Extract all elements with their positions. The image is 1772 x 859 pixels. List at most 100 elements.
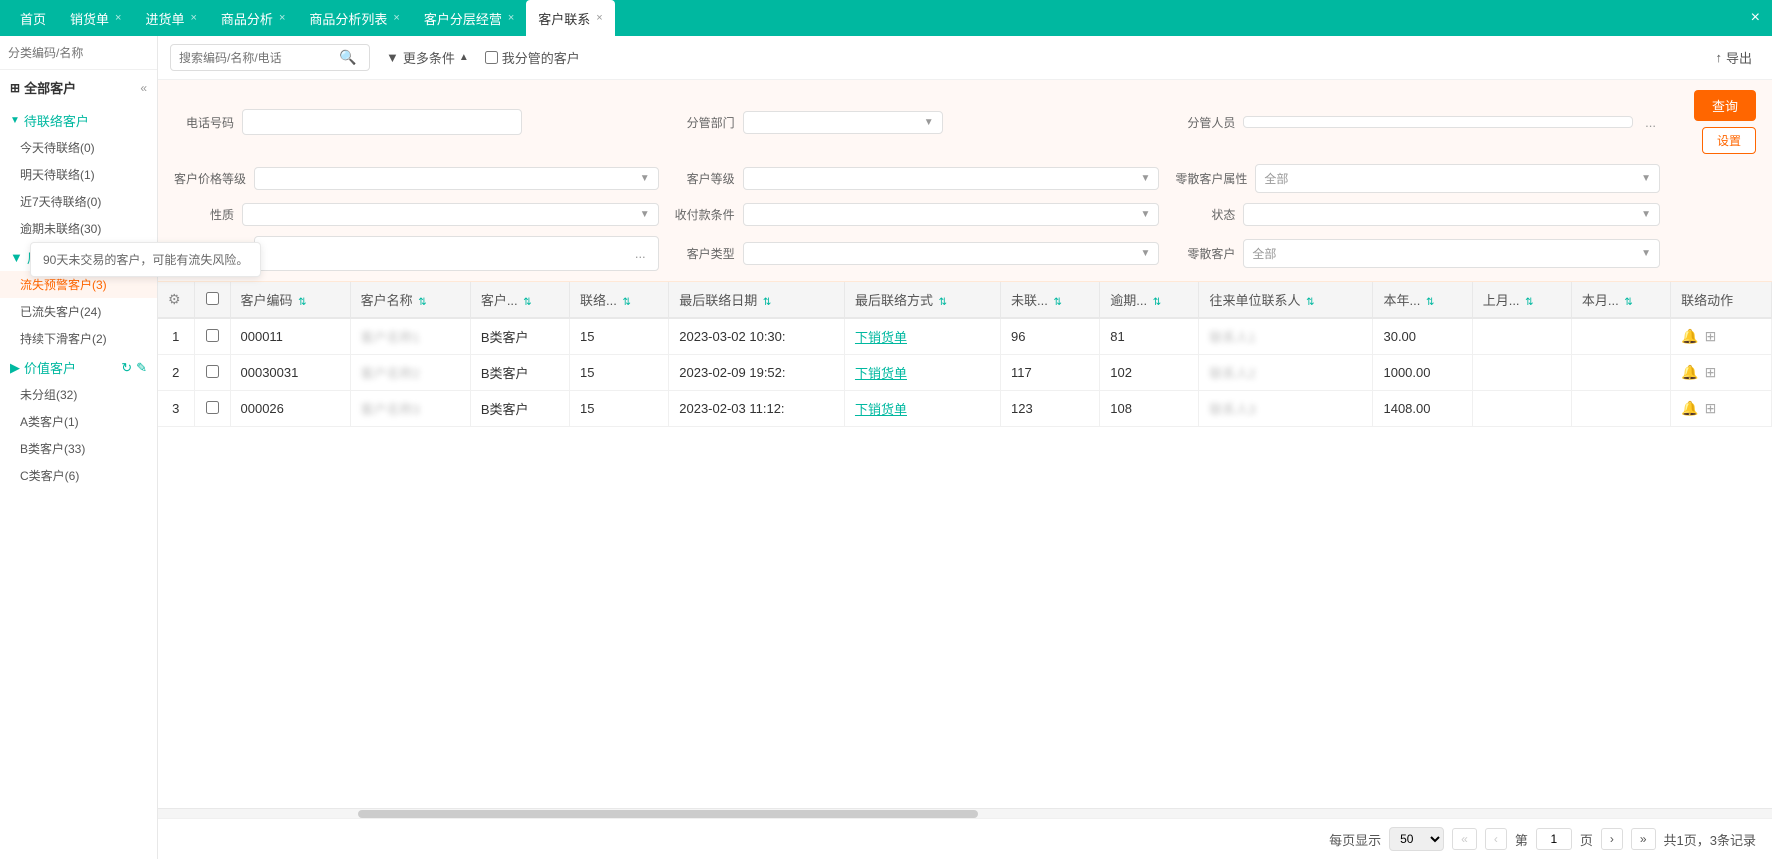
query-btn[interactable]: 查询 (1694, 90, 1756, 121)
th-last-month[interactable]: 上月... ⇅ (1472, 282, 1571, 318)
tab-customer-tier-close[interactable]: × (508, 12, 514, 24)
grid-icon: ⊞ (10, 81, 20, 95)
per-page-select[interactable]: 50 20 100 (1389, 827, 1444, 851)
my-customers-check[interactable]: 我分管的客户 (485, 48, 580, 67)
sidebar-search-input[interactable] (8, 46, 158, 60)
phone-input[interactable] (242, 109, 522, 135)
tab-customer-contact[interactable]: 客户联系 × (526, 0, 614, 36)
scrollbar-thumb[interactable] (358, 810, 978, 818)
action-bell-icon-0[interactable]: 🔔 (1681, 328, 1698, 345)
sort-icon-uncontacted: ⇅ (1054, 297, 1062, 308)
edit-icon[interactable]: ✎ (136, 360, 147, 376)
th-this-year[interactable]: 本年... ⇅ (1373, 282, 1472, 318)
th-this-month[interactable]: 本月... ⇅ (1571, 282, 1670, 318)
region-more-dots[interactable]: ... (631, 242, 650, 265)
sidebar-item-declining[interactable]: 持续下滑客户(2) (0, 325, 157, 352)
tab-purchase[interactable]: 进货单 × (133, 0, 208, 36)
tab-purchase-label: 进货单 (145, 9, 184, 28)
export-btn[interactable]: ↑ 导出 (1707, 44, 1760, 71)
arrow-down-icon-2: ▼ (10, 250, 23, 265)
tab-customer-tier[interactable]: 客户分层经营 × (412, 0, 526, 36)
cell-type-2: B类客户 (470, 391, 569, 427)
row-checkbox-0[interactable] (206, 329, 219, 342)
th-code[interactable]: 客户编码 ⇅ (230, 282, 350, 318)
th-last-type-label: 最后联络方式 (855, 293, 933, 308)
action-grid-icon-1[interactable]: ⊞ (1705, 364, 1717, 381)
person-more-dots[interactable]: ... (1641, 111, 1660, 134)
th-last-date[interactable]: 最后联络日期 ⇅ (669, 282, 845, 318)
last-type-link-1[interactable]: 下销货单 (855, 366, 907, 381)
my-customers-label: 我分管的客户 (502, 48, 580, 67)
price-level-select[interactable]: ▼ (254, 167, 659, 190)
th-overdue[interactable]: 逾期... ⇅ (1100, 282, 1199, 318)
last-page-btn[interactable]: » (1631, 828, 1656, 850)
select-all-checkbox[interactable] (206, 292, 219, 305)
action-grid-icon-0[interactable]: ⊞ (1705, 328, 1717, 345)
tab-purchase-close[interactable]: × (190, 12, 196, 24)
customer-level-select[interactable]: ▼ (743, 167, 1160, 190)
next-page-btn[interactable]: › (1601, 828, 1623, 850)
more-conditions-btn[interactable]: ▼ 更多条件 ▲ (378, 44, 477, 71)
row-checkbox-1[interactable] (206, 365, 219, 378)
th-last-type[interactable]: 最后联络方式 ⇅ (844, 282, 1000, 318)
topbar-close-icon[interactable]: × (1747, 5, 1764, 31)
first-page-btn[interactable]: « (1452, 828, 1477, 850)
customer-type-select[interactable]: ▼ (743, 242, 1160, 265)
last-type-link-0[interactable]: 下销货单 (855, 330, 907, 345)
horizontal-scrollbar[interactable] (158, 808, 1772, 818)
tab-home[interactable]: 首页 (8, 0, 58, 36)
action-bell-icon-2[interactable]: 🔔 (1681, 400, 1698, 417)
tab-product-list-close[interactable]: × (393, 12, 399, 24)
nature-select[interactable]: ▼ (242, 203, 659, 226)
dept-select[interactable]: ▼ (743, 111, 943, 134)
tab-product-analysis-close[interactable]: × (279, 12, 285, 24)
last-type-link-2[interactable]: 下销货单 (855, 402, 907, 417)
retail-attr-select[interactable]: 全部 ▼ (1255, 164, 1660, 193)
retail-select[interactable]: 全部 ▼ (1243, 239, 1660, 268)
page-number-input[interactable] (1536, 828, 1572, 850)
action-grid-icon-2[interactable]: ⊞ (1705, 400, 1717, 417)
sidebar-item-overdue[interactable]: 逾期未联络(30) (0, 215, 157, 242)
action-bell-icon-1[interactable]: 🔔 (1681, 364, 1698, 381)
th-actions: 联络动作 (1671, 282, 1772, 318)
region-select[interactable]: ... (254, 236, 659, 271)
tab-sales[interactable]: 销货单 × (58, 0, 133, 36)
cell-code-1: 00030031 (230, 355, 350, 391)
payment-select[interactable]: ▼ (743, 203, 1160, 226)
sidebar-item-b-class[interactable]: B类客户(33) (0, 435, 157, 462)
th-contact[interactable]: 联络... ⇅ (570, 282, 669, 318)
th-uncontacted[interactable]: 未联... ⇅ (1001, 282, 1100, 318)
tab-customer-contact-close[interactable]: × (596, 12, 602, 24)
retail-value: 全部 (1252, 245, 1276, 262)
tab-sales-close[interactable]: × (115, 12, 121, 24)
sidebar-group-pending[interactable]: ▼ 待联络客户 (0, 105, 157, 134)
sidebar-item-churned[interactable]: 已流失客户(24) (0, 298, 157, 325)
status-select[interactable]: ▼ (1243, 203, 1660, 226)
column-settings-icon[interactable]: ⚙ (168, 291, 181, 307)
sort-icon-last-date: ⇅ (763, 297, 771, 308)
sidebar-item-ungrouped[interactable]: 未分组(32) (0, 381, 157, 408)
sidebar-item-c-class[interactable]: C类客户(6) (0, 462, 157, 489)
sidebar-all-customers[interactable]: ⊞ 全部客户 « (0, 70, 157, 105)
th-type[interactable]: 客户... ⇅ (470, 282, 569, 318)
sidebar-item-today[interactable]: 今天待联络(0) (0, 134, 157, 161)
refresh-icon[interactable]: ↻ (121, 360, 132, 376)
sidebar-item-a-class[interactable]: A类客户(1) (0, 408, 157, 435)
sidebar-collapse-icon[interactable]: « (140, 81, 147, 95)
th-unit-contact[interactable]: 往来单位联系人 ⇅ (1199, 282, 1373, 318)
prev-page-btn[interactable]: ‹ (1485, 828, 1507, 850)
my-customers-checkbox[interactable] (485, 51, 498, 64)
settings-btn[interactable]: 设置 (1702, 127, 1756, 154)
tab-product-list[interactable]: 商品分析列表 × (297, 0, 411, 36)
person-select[interactable] (1243, 116, 1633, 128)
sidebar-item-week[interactable]: 近7天待联络(0) (0, 188, 157, 215)
sidebar-item-tomorrow[interactable]: 明天待联络(1) (0, 161, 157, 188)
main-search-input[interactable] (179, 51, 339, 65)
tab-product-analysis[interactable]: 商品分析 × (209, 0, 297, 36)
row-checkbox-2[interactable] (206, 401, 219, 414)
retail-label: 零散客户 (1175, 245, 1235, 262)
sidebar-group-value[interactable]: ▶ 价值客户 ↻ ✎ (0, 352, 157, 381)
th-name[interactable]: 客户名称 ⇅ (350, 282, 470, 318)
filter-search-icon[interactable]: 🔍 (339, 49, 356, 66)
filter-customer-type: 客户类型 ▼ (675, 242, 1160, 265)
